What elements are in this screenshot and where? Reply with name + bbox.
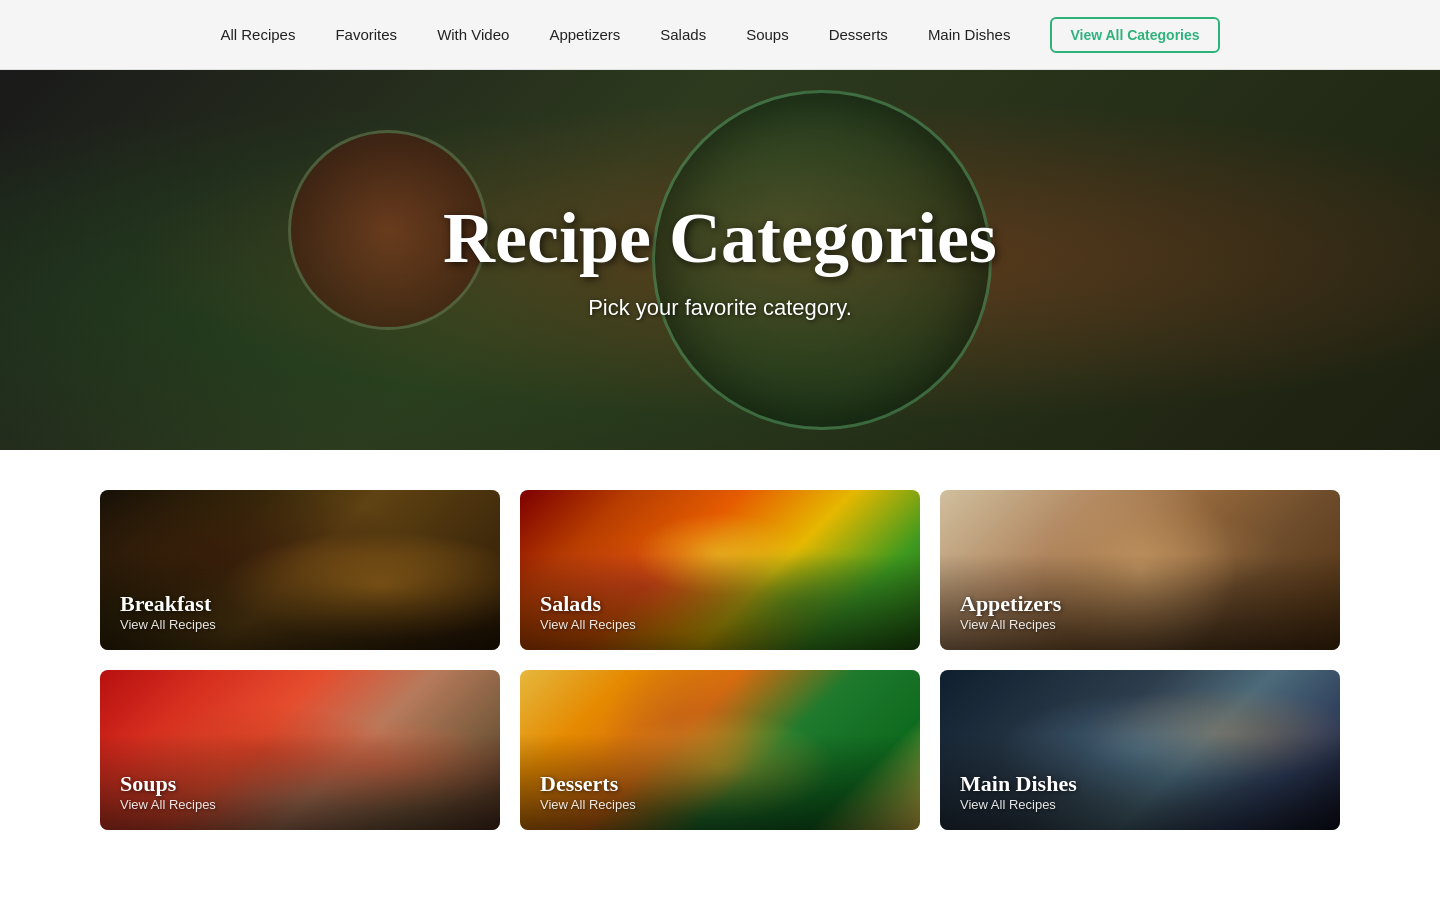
category-card-salads[interactable]: Salads View All Recipes — [520, 490, 920, 650]
category-card-soups[interactable]: Soups View All Recipes — [100, 670, 500, 830]
hero-text-block: Recipe Categories Pick your favorite cat… — [443, 199, 997, 320]
category-link-soups: View All Recipes — [120, 797, 216, 812]
hero-title: Recipe Categories — [443, 199, 997, 278]
category-name-soups: Soups — [120, 771, 216, 797]
category-text-salads: Salads View All Recipes — [540, 591, 636, 632]
category-text-breakfast: Breakfast View All Recipes — [120, 591, 216, 632]
category-link-salads: View All Recipes — [540, 617, 636, 632]
category-card-desserts[interactable]: Desserts View All Recipes — [520, 670, 920, 830]
category-name-desserts: Desserts — [540, 771, 636, 797]
category-link-appetizers: View All Recipes — [960, 617, 1061, 632]
nav-appetizers[interactable]: Appetizers — [549, 26, 620, 43]
nav-all-recipes[interactable]: All Recipes — [220, 26, 295, 43]
categories-grid: Breakfast View All Recipes Salads View A… — [100, 490, 1340, 830]
categories-section: Breakfast View All Recipes Salads View A… — [0, 450, 1440, 870]
category-text-main-dishes: Main Dishes View All Recipes — [960, 771, 1077, 812]
category-name-appetizers: Appetizers — [960, 591, 1061, 617]
nav-main-dishes[interactable]: Main Dishes — [928, 26, 1011, 43]
category-link-desserts: View All Recipes — [540, 797, 636, 812]
category-text-soups: Soups View All Recipes — [120, 771, 216, 812]
category-card-main-dishes[interactable]: Main Dishes View All Recipes — [940, 670, 1340, 830]
category-name-breakfast: Breakfast — [120, 591, 216, 617]
category-card-breakfast[interactable]: Breakfast View All Recipes — [100, 490, 500, 650]
nav-favorites[interactable]: Favorites — [335, 26, 397, 43]
hero-subtitle: Pick your favorite category. — [443, 295, 997, 321]
main-nav: All Recipes Favorites With Video Appetiz… — [0, 0, 1440, 70]
nav-with-video[interactable]: With Video — [437, 26, 509, 43]
category-text-appetizers: Appetizers View All Recipes — [960, 591, 1061, 632]
category-name-salads: Salads — [540, 591, 636, 617]
category-card-appetizers[interactable]: Appetizers View All Recipes — [940, 490, 1340, 650]
category-text-desserts: Desserts View All Recipes — [540, 771, 636, 812]
hero-section: Recipe Categories Pick your favorite cat… — [0, 70, 1440, 450]
nav-salads[interactable]: Salads — [660, 26, 706, 43]
category-link-main-dishes: View All Recipes — [960, 797, 1077, 812]
category-link-breakfast: View All Recipes — [120, 617, 216, 632]
nav-desserts[interactable]: Desserts — [829, 26, 888, 43]
category-name-main-dishes: Main Dishes — [960, 771, 1077, 797]
nav-soups[interactable]: Soups — [746, 26, 789, 43]
view-all-categories-button[interactable]: View All Categories — [1050, 17, 1219, 53]
